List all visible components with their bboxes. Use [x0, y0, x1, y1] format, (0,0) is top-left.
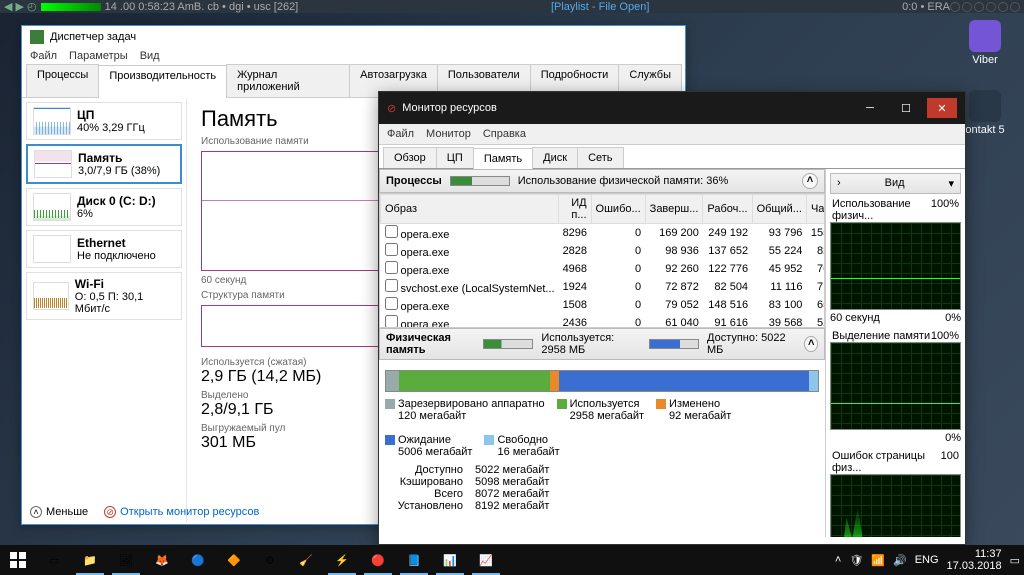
taskmgr-menu: Файл Параметры Вид: [22, 48, 685, 64]
meter-icon: [450, 176, 510, 186]
taskmgr-icon: [30, 30, 44, 44]
physmem-panel: Зарезервировано аппаратно120 мегабайтИсп…: [379, 360, 825, 518]
table-row[interactable]: opera.exe1508079 052148 51683 10065 416: [381, 296, 826, 314]
rm-tab-cpu[interactable]: ЦП: [436, 147, 474, 168]
rm-menu-file[interactable]: Файл: [387, 128, 414, 140]
open-resmon-link[interactable]: ⊘Открыть монитор ресурсов: [104, 506, 259, 518]
tb-winamp[interactable]: ⚡: [324, 545, 360, 575]
close-button[interactable]: ✕: [927, 98, 957, 118]
sidebar-cpu[interactable]: ЦП40% 3,29 ГГц: [26, 102, 182, 140]
rm-tab-network[interactable]: Сеть: [577, 147, 623, 168]
memory-bar: [385, 370, 819, 392]
table-row[interactable]: opera.exe2436061 04091 61639 56852 048: [381, 314, 826, 328]
chevron-up-icon[interactable]: ˄: [802, 173, 818, 189]
resmon-sidebar: ›Вид▾ Использование физич...100%60 секун…: [825, 169, 965, 537]
taskmgr-title: Диспетчер задач: [50, 31, 136, 43]
tb-word[interactable]: 📘: [396, 545, 432, 575]
rm-tab-overview[interactable]: Обзор: [383, 147, 437, 168]
fewer-details-button[interactable]: ˄Меньше: [30, 506, 88, 518]
processes-panel-header[interactable]: Процессы Использование физической памяти…: [379, 169, 825, 193]
winamp-title: [Playlist - File Open]: [298, 1, 902, 13]
taskbar: ▭ 📁 🖼 🦊 🔵 🔶 ⚙ 🧹 ⚡ 🔴 📘 📊 📈 ˄ 🛡📶🔊 ENG 11:3…: [0, 545, 1024, 575]
table-row[interactable]: svchost.exe (LocalSystemNet...1924072 87…: [381, 278, 826, 296]
tab-performance[interactable]: Производительность: [98, 65, 227, 98]
maximize-button[interactable]: ☐: [891, 98, 921, 118]
tb-vlc[interactable]: 🔶: [216, 545, 252, 575]
sidebar-memory[interactable]: Память3,0/7,9 ГБ (38%): [26, 144, 182, 184]
desktop-icon-viber[interactable]: Viber: [960, 20, 1010, 66]
start-button[interactable]: [0, 545, 36, 575]
system-tray[interactable]: ˄ 🛡📶🔊 ENG 11:3717.03.2018 ▭: [835, 548, 1024, 572]
tb-xnview[interactable]: 🖼: [108, 545, 144, 575]
tray-chevron-icon[interactable]: ˄: [835, 554, 841, 566]
physmem-panel-header[interactable]: Физическая память Используется: 2958 МБ …: [379, 328, 825, 360]
meter-icon: [483, 339, 533, 349]
language-indicator[interactable]: ENG: [915, 554, 939, 566]
sidebar-wifi[interactable]: Wi-FiО: 0,5 П: 30,1 Мбит/с: [26, 272, 182, 320]
winamp-bar[interactable]: ◀ ▶ ◴ 14 .00 0:58:23 AmB. cb • dgi • usc…: [0, 0, 1024, 13]
taskview-icon[interactable]: ▭: [36, 545, 72, 575]
chevron-up-icon[interactable]: ˄: [804, 336, 818, 352]
tb-firefox[interactable]: 🦊: [144, 545, 180, 575]
rm-tab-memory[interactable]: Память: [473, 148, 533, 169]
table-row[interactable]: opera.exe2828098 936137 65255 22482 428: [381, 242, 826, 260]
mini-chart: [830, 342, 961, 430]
tb-steam[interactable]: ⚙: [252, 545, 288, 575]
desktop-icon-kontakt[interactable]: ontakt 5: [960, 90, 1010, 136]
resmon-title: Монитор ресурсов: [402, 102, 497, 114]
tb-resmon[interactable]: 📈: [468, 545, 504, 575]
tab-processes[interactable]: Процессы: [26, 64, 99, 97]
taskmgr-titlebar[interactable]: Диспетчер задач: [22, 26, 685, 48]
tab-app-history[interactable]: Журнал приложений: [226, 64, 350, 97]
rm-tab-disk[interactable]: Диск: [532, 147, 578, 168]
sidebar-ethernet[interactable]: EthernetНе подключено: [26, 230, 182, 268]
minimize-button[interactable]: ─: [855, 98, 885, 118]
mini-chart: [830, 474, 961, 537]
rm-menu-help[interactable]: Справка: [483, 128, 526, 140]
mini-chart: [830, 222, 961, 310]
process-table[interactable]: ОбразИД п...Ошибо...Заверш...Рабоч...Общ…: [379, 193, 825, 328]
menu-file[interactable]: Файл: [30, 50, 57, 62]
clock[interactable]: 11:3717.03.2018: [947, 548, 1002, 572]
sidebar-disk[interactable]: Диск 0 (C: D:)6%: [26, 188, 182, 226]
meter-icon: [649, 339, 699, 349]
menu-options[interactable]: Параметры: [69, 50, 128, 62]
tb-explorer[interactable]: 📁: [72, 545, 108, 575]
tb-ccleaner[interactable]: 🧹: [288, 545, 324, 575]
table-row[interactable]: opera.exe4968092 260122 77645 95276 824: [381, 260, 826, 278]
tb-taskmgr[interactable]: 📊: [432, 545, 468, 575]
resource-monitor-window: ⊘ Монитор ресурсов ─ ☐ ✕ Файл Монитор Сп…: [378, 91, 966, 545]
table-row[interactable]: opera.exe82960169 200249 19293 796155 39…: [381, 224, 826, 243]
view-dropdown[interactable]: ›Вид▾: [830, 173, 961, 194]
tb-eset[interactable]: 🔵: [180, 545, 216, 575]
winamp-time: 14 .00 0:58:23 AmB. cb • dgi • usc [262]: [105, 1, 299, 13]
rm-menu-monitor[interactable]: Монитор: [426, 128, 471, 140]
resmon-titlebar[interactable]: ⊘ Монитор ресурсов ─ ☐ ✕: [379, 92, 965, 124]
menu-view[interactable]: Вид: [140, 50, 160, 62]
taskmgr-sidebar: ЦП40% 3,29 ГГц Память3,0/7,9 ГБ (38%) Ди…: [22, 98, 187, 522]
tb-opera[interactable]: 🔴: [360, 545, 396, 575]
